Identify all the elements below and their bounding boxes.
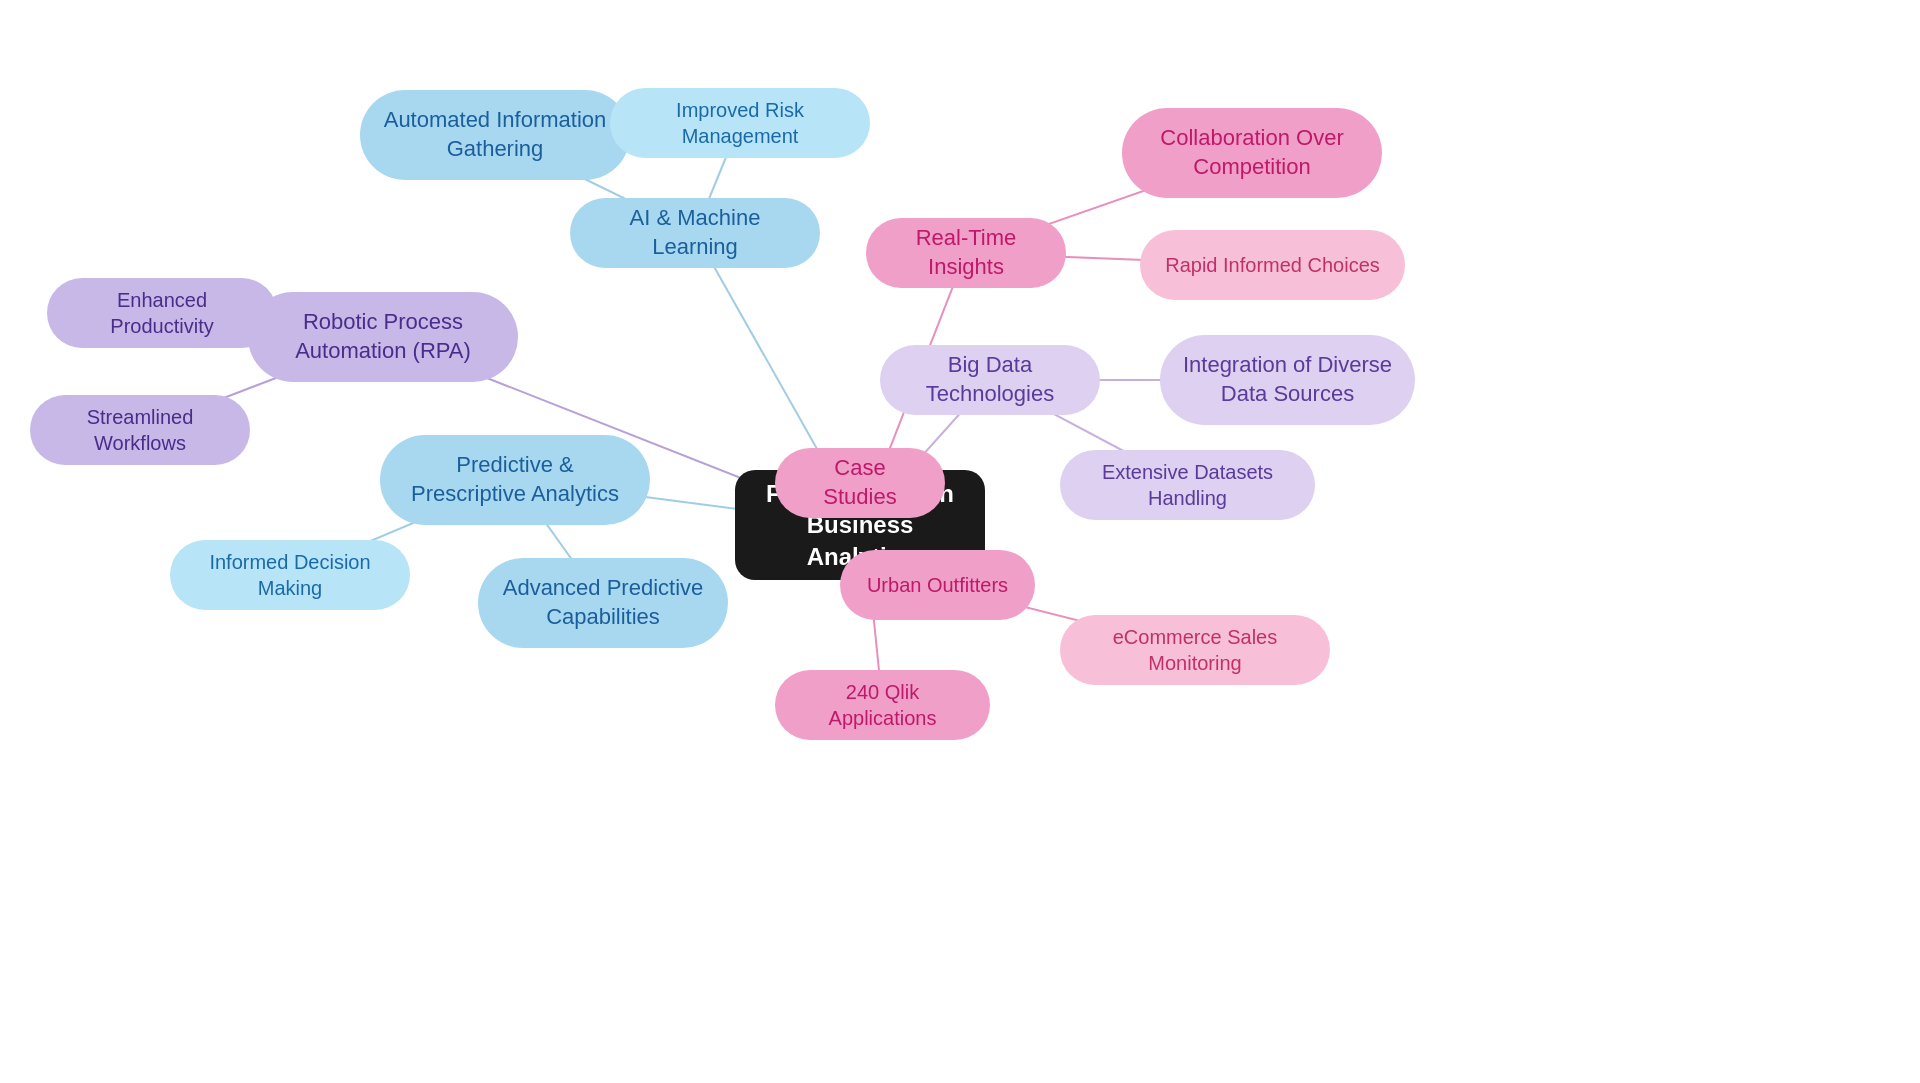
node-automated-info[interactable]: Automated Information Gathering [360, 90, 630, 180]
node-big-data[interactable]: Big Data Technologies [880, 345, 1100, 415]
node-advanced-pred[interactable]: Advanced Predictive Capabilities [478, 558, 728, 648]
node-enhanced-prod[interactable]: Enhanced Productivity [47, 278, 277, 348]
node-pred-prescr[interactable]: Predictive & Prescriptive Analytics [380, 435, 650, 525]
node-integration[interactable]: Integration of Diverse Data Sources [1160, 335, 1415, 425]
node-rpa[interactable]: Robotic Process Automation (RPA) [248, 292, 518, 382]
node-rapid-informed[interactable]: Rapid Informed Choices [1140, 230, 1405, 300]
node-collab[interactable]: Collaboration Over Competition [1122, 108, 1382, 198]
node-case-studies[interactable]: Case Studies [775, 448, 945, 518]
node-ecommerce[interactable]: eCommerce Sales Monitoring [1060, 615, 1330, 685]
node-ai-ml[interactable]: AI & Machine Learning [570, 198, 820, 268]
node-streamlined[interactable]: Streamlined Workflows [30, 395, 250, 465]
node-informed-decision[interactable]: Informed Decision Making [170, 540, 410, 610]
node-extensive[interactable]: Extensive Datasets Handling [1060, 450, 1315, 520]
node-improved-risk[interactable]: Improved Risk Management [610, 88, 870, 158]
node-urban-out[interactable]: Urban Outfitters [840, 550, 1035, 620]
node-real-time[interactable]: Real-Time Insights [866, 218, 1066, 288]
node-qlik[interactable]: 240 Qlik Applications [775, 670, 990, 740]
